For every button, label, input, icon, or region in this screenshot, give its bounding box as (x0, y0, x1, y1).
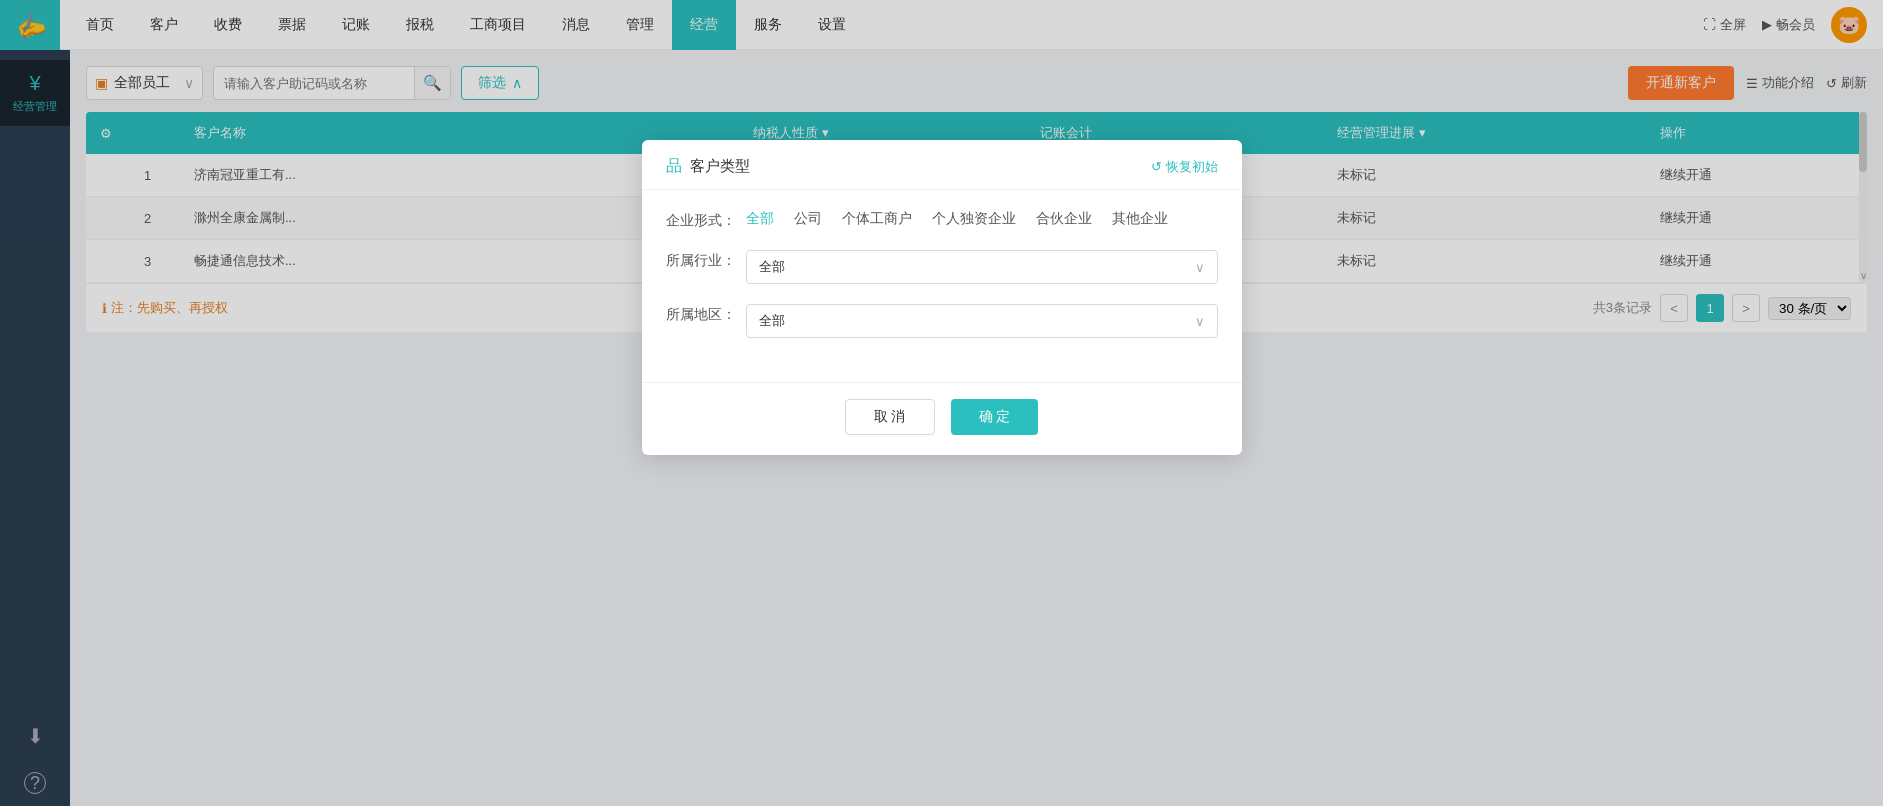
option-sole[interactable]: 个人独资企业 (932, 210, 1016, 228)
modal-reset-button[interactable]: ↺ 恢复初始 (1151, 158, 1218, 176)
reset-icon: ↺ (1151, 159, 1162, 174)
industry-select[interactable]: 全部 ∨ (746, 250, 1218, 284)
confirm-button[interactable]: 确 定 (951, 399, 1039, 435)
cancel-button[interactable]: 取 消 (845, 399, 935, 435)
modal-title-text: 客户类型 (690, 157, 750, 176)
region-row: 所属地区： 全部 ∨ (666, 304, 1218, 338)
option-partnership[interactable]: 合伙企业 (1036, 210, 1092, 228)
region-select[interactable]: 全部 ∨ (746, 304, 1218, 338)
industry-select-wrap: 全部 ∨ (746, 250, 1218, 284)
enterprise-form-label: 企业形式： (666, 210, 746, 230)
industry-row: 所属行业： 全部 ∨ (666, 250, 1218, 284)
region-value: 全部 (759, 312, 785, 330)
modal-title-icon: 品 (666, 156, 682, 177)
enterprise-form-options: 全部 公司 个体工商户 个人独资企业 合伙企业 其他企业 (746, 210, 1218, 228)
option-individual[interactable]: 个体工商户 (842, 210, 912, 228)
modal-overlay: 品 客户类型 ↺ 恢复初始 企业形式： 全部 公司 个体工商户 个人独资企业 合… (0, 0, 1883, 806)
modal-spacer (642, 358, 1242, 382)
enterprise-radio-group: 全部 公司 个体工商户 个人独资企业 合伙企业 其他企业 (746, 210, 1218, 228)
region-select-wrap: 全部 ∨ (746, 304, 1218, 338)
modal-body: 企业形式： 全部 公司 个体工商户 个人独资企业 合伙企业 其他企业 所属行业： (642, 190, 1242, 358)
industry-value: 全部 (759, 258, 785, 276)
option-company[interactable]: 公司 (794, 210, 822, 228)
filter-modal: 品 客户类型 ↺ 恢复初始 企业形式： 全部 公司 个体工商户 个人独资企业 合… (642, 140, 1242, 455)
option-all[interactable]: 全部 (746, 210, 774, 228)
region-chevron-icon: ∨ (1195, 314, 1205, 329)
option-other[interactable]: 其他企业 (1112, 210, 1168, 228)
modal-header: 品 客户类型 ↺ 恢复初始 (642, 140, 1242, 190)
modal-footer: 取 消 确 定 (642, 382, 1242, 455)
industry-chevron-icon: ∨ (1195, 260, 1205, 275)
industry-label: 所属行业： (666, 250, 746, 270)
enterprise-form-row: 企业形式： 全部 公司 个体工商户 个人独资企业 合伙企业 其他企业 (666, 210, 1218, 230)
modal-title: 品 客户类型 (666, 156, 750, 177)
region-label: 所属地区： (666, 304, 746, 324)
reset-label: 恢复初始 (1166, 158, 1218, 176)
